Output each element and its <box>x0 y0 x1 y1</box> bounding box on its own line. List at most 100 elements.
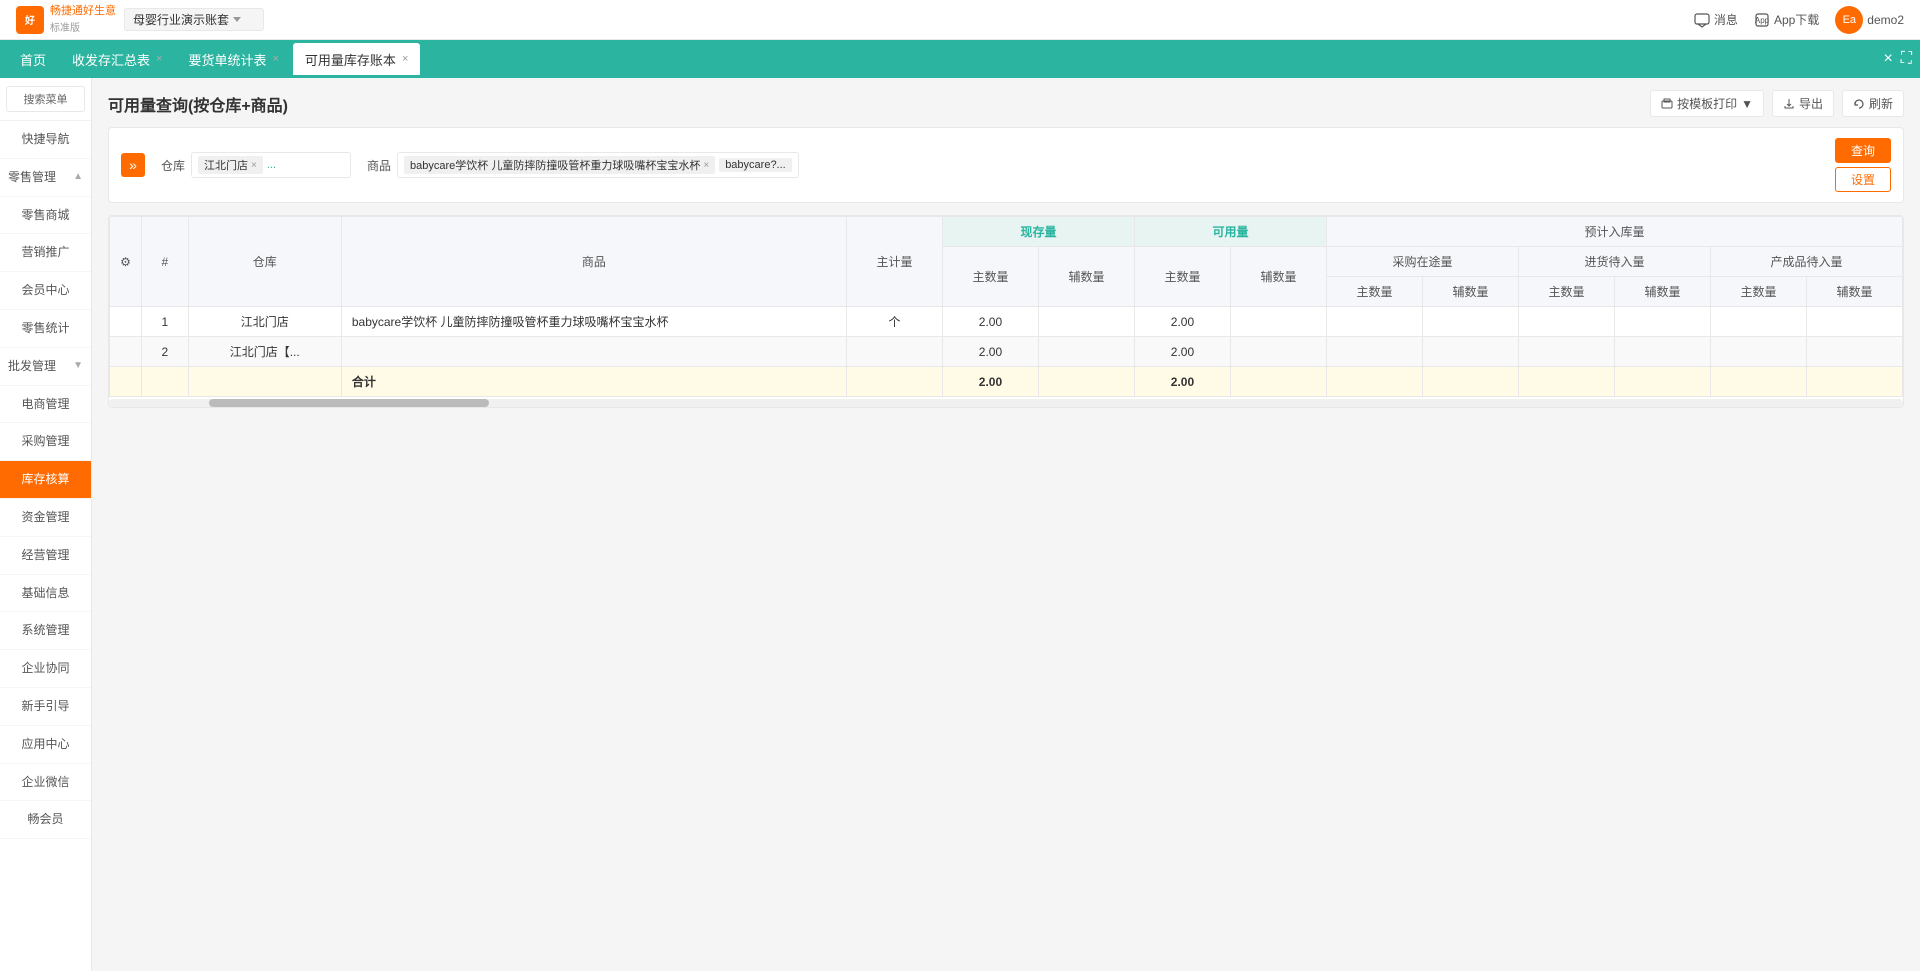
tab-bar: 首页 收发存汇总表 × 要货单统计表 × 可用量库存账本 × × ⛶ <box>0 40 1920 78</box>
header-left: 好 畅捷通好生意 标准版 母婴行业演示账套 <box>16 5 264 33</box>
tab-order-summary-label: 要货单统计表 <box>188 50 266 69</box>
inventory-label: 库存核算 <box>21 472 69 486</box>
sidebar-item-marketing[interactable]: 营销推广 <box>0 234 91 272</box>
tab-receivable-close[interactable]: × <box>156 53 162 65</box>
sidebar-item-quick-nav[interactable]: 快捷导航 <box>0 121 91 159</box>
header-right: 消息 App App下载 Ea demo2 <box>1694 6 1904 34</box>
tab-expand-btn[interactable]: ⛶ <box>1901 50 1912 68</box>
sidebar-item-member[interactable]: 畅会员 <box>0 801 91 839</box>
sidebar-item-purchase[interactable]: 采购管理 <box>0 423 91 461</box>
footer-empty-3 <box>188 367 341 397</box>
sidebar-item-inventory[interactable]: 库存核算 <box>0 461 91 499</box>
row1-index: 1 <box>142 307 189 337</box>
filter-bar: » 仓库 江北门店 × ... 商品 <box>108 127 1904 203</box>
sidebar-item-finance[interactable]: 资金管理 <box>0 499 91 537</box>
message-nav[interactable]: 消息 <box>1694 11 1738 28</box>
industry-selector[interactable]: 母婴行业演示账套 <box>124 8 264 31</box>
footer-pur-transit-main <box>1326 367 1422 397</box>
warehouse-tag-close[interactable]: × <box>251 160 257 171</box>
row2-pur-pend-main <box>1518 337 1614 367</box>
th-available: 可用量 <box>1134 217 1326 247</box>
footer-avail-main: 2.00 <box>1134 367 1230 397</box>
sidebar-item-wholesale[interactable]: 批发管理 ▼ <box>0 348 91 386</box>
tab-receivable-label: 收发存汇总表 <box>72 50 150 69</box>
product-tags-input[interactable]: babycare学饮杯 儿童防摔防撞吸管杯重力球吸嘴杯宝宝水杯 × babyca… <box>397 152 799 178</box>
row1-settings[interactable] <box>110 307 142 337</box>
app-download-nav[interactable]: App App下载 <box>1754 11 1819 28</box>
search-menu-btn[interactable]: 搜索菜单 <box>6 86 85 112</box>
row2-pur-transit-aux <box>1422 337 1518 367</box>
product-tag-1-close[interactable]: × <box>703 160 709 171</box>
svg-text:App: App <box>1755 16 1770 25</box>
table-footer-row: 合计 2.00 2.00 <box>110 367 1903 397</box>
print-icon <box>1661 98 1673 110</box>
user-area[interactable]: Ea demo2 <box>1835 6 1904 34</box>
product-tag-1-label: babycare学饮杯 儿童防摔防撞吸管杯重力球吸嘴杯宝宝水杯 <box>410 157 700 173</box>
th-product: 商品 <box>341 217 846 307</box>
footer-avail-aux <box>1230 367 1326 397</box>
sidebar-item-member-center[interactable]: 会员中心 <box>0 272 91 310</box>
sidebar-item-operations[interactable]: 经营管理 <box>0 537 91 575</box>
tab-bar-right: × ⛶ <box>1883 50 1912 68</box>
row1-avail-main: 2.00 <box>1134 307 1230 337</box>
filter-expand-btn[interactable]: » <box>121 153 145 177</box>
sidebar-item-enterprise[interactable]: 企业协同 <box>0 650 91 688</box>
logo-area: 好 畅捷通好生意 标准版 <box>16 5 116 33</box>
table-row: 2 江北门店【... 2.00 2.00 <box>110 337 1903 367</box>
tab-home[interactable]: 首页 <box>8 43 58 75</box>
settings-col-icon[interactable]: ⚙ <box>120 255 131 269</box>
tab-order-summary-close[interactable]: × <box>272 53 278 65</box>
tab-available-stock[interactable]: 可用量库存账本 × <box>293 43 420 75</box>
enterprise-wx-label: 企业微信 <box>21 775 69 789</box>
export-btn[interactable]: 导出 <box>1772 90 1834 117</box>
settings-btn[interactable]: 设置 <box>1835 167 1891 192</box>
message-icon <box>1694 12 1710 28</box>
main-layout: 搜索菜单 快捷导航 零售管理 ▲ 零售商城 营销推广 会员中心 零售统计 批发管… <box>0 78 1920 971</box>
row2-settings[interactable] <box>110 337 142 367</box>
sidebar-item-new-guide[interactable]: 新手引导 <box>0 688 91 726</box>
tab-receivable[interactable]: 收发存汇总表 × <box>60 43 174 75</box>
row1-avail-aux <box>1230 307 1326 337</box>
sidebar-item-retail-mall[interactable]: 零售商城 <box>0 197 91 235</box>
avatar-initial: Ea <box>1843 14 1856 26</box>
row2-unit <box>846 337 942 367</box>
scroll-thumb[interactable] <box>209 399 489 407</box>
sidebar-item-basic-info[interactable]: 基础信息 <box>0 575 91 613</box>
tab-order-summary[interactable]: 要货单统计表 × <box>176 43 290 75</box>
member-label: 畅会员 <box>27 812 63 826</box>
sidebar-item-retail-mgmt[interactable]: 零售管理 ▲ <box>0 159 91 197</box>
tab-home-label: 首页 <box>20 50 46 69</box>
tab-close-all-btn[interactable]: × <box>1883 50 1892 68</box>
th-forecast-in: 预计入库量 <box>1326 217 1902 247</box>
sidebar-item-system[interactable]: 系统管理 <box>0 612 91 650</box>
query-btn[interactable]: 查询 <box>1835 138 1891 163</box>
username: demo2 <box>1867 13 1904 27</box>
warehouse-filter-label: 仓库 <box>161 157 185 174</box>
th-warehouse: 仓库 <box>188 217 341 307</box>
data-table-container: ⚙ # 仓库 商品 主计量 现存量 可用量 预计入库量 主数量 辅 <box>108 215 1904 408</box>
enterprise-label: 企业协同 <box>21 661 69 675</box>
ecommerce-label: 电商管理 <box>21 397 69 411</box>
sidebar-search-area: 搜索菜单 <box>0 78 91 121</box>
row2-index: 2 <box>142 337 189 367</box>
th-index: # <box>142 217 189 307</box>
refresh-btn[interactable]: 刷新 <box>1842 90 1904 117</box>
sidebar-item-retail-stats[interactable]: 零售统计 <box>0 310 91 348</box>
row1-pur-transit-aux <box>1422 307 1518 337</box>
warehouse-more-btn[interactable]: ... <box>267 159 276 171</box>
sidebar-item-enterprise-wx[interactable]: 企业微信 <box>0 764 91 802</box>
tab-available-stock-close[interactable]: × <box>402 53 408 65</box>
template-print-btn[interactable]: 按模板打印 ▼ <box>1650 90 1764 117</box>
row1-pur-pend-aux <box>1614 307 1710 337</box>
horizontal-scrollbar[interactable] <box>109 399 1903 407</box>
chevron-down-icon <box>233 17 241 22</box>
row1-current-main: 2.00 <box>942 307 1038 337</box>
row2-warehouse: 江北门店【... <box>188 337 341 367</box>
retail-mall-label: 零售商城 <box>21 208 69 222</box>
export-icon <box>1783 98 1795 110</box>
product-tag-2-label: babycare?... <box>725 159 786 171</box>
sidebar-item-ecommerce[interactable]: 电商管理 <box>0 386 91 424</box>
warehouse-tags-input[interactable]: 江北门店 × ... <box>191 152 351 178</box>
sidebar-item-app-center[interactable]: 应用中心 <box>0 726 91 764</box>
content-area: 可用量查询(按仓库+商品) 按模板打印 ▼ 导出 刷新 <box>92 78 1920 971</box>
